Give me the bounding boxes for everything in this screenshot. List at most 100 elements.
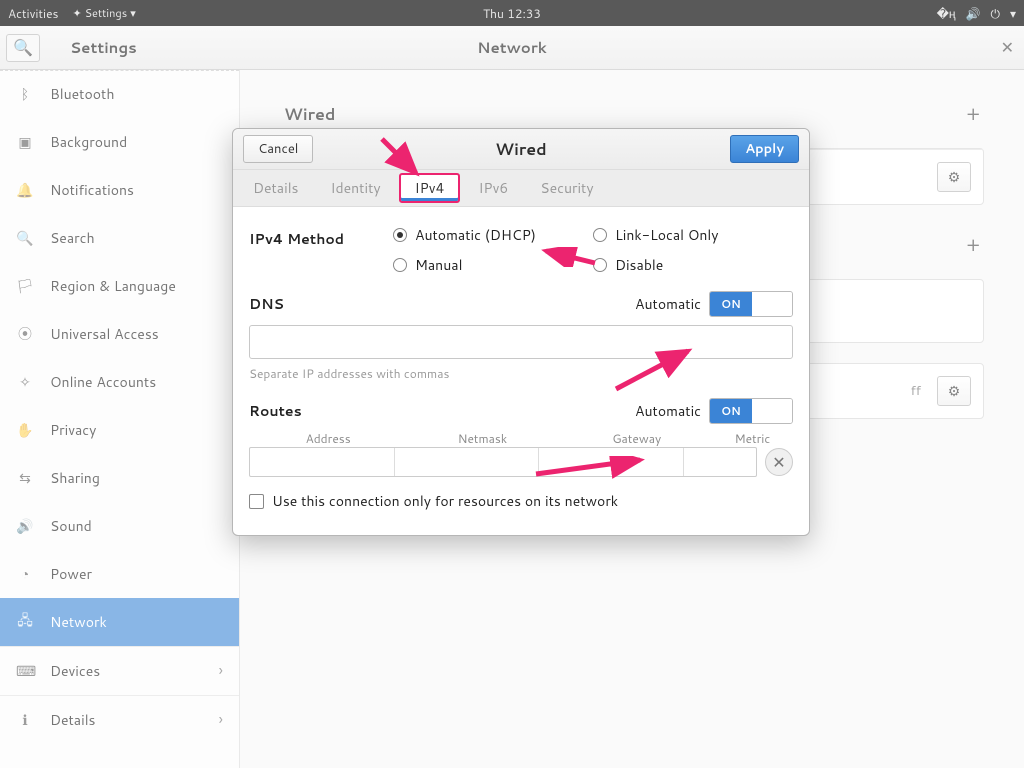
add-vpn-button[interactable]: + — [966, 231, 980, 259]
dns-automatic-label: Automatic — [635, 294, 701, 314]
headerbar-title-left: Settings — [70, 37, 137, 58]
network-indicator-icon[interactable]: �ң — [937, 5, 956, 22]
sidebar-item-details[interactable]: ℹ Details › — [0, 696, 239, 744]
sidebar-item-online-accounts[interactable]: ✧Online Accounts — [0, 358, 239, 406]
annotation-arrow-icon — [378, 135, 428, 185]
background-icon: ▣ — [16, 132, 34, 152]
route-netmask-input[interactable] — [395, 448, 540, 476]
col-gateway: Gateway — [560, 430, 714, 447]
sidebar-item-universal-access[interactable]: ⦿ Universal Access — [0, 310, 239, 358]
sidebar-item-label: Power — [50, 564, 92, 584]
radio-automatic-dhcp[interactable]: Automatic (DHCP) — [393, 225, 593, 245]
dns-automatic-switch[interactable]: ON — [709, 291, 793, 317]
network-icon: 🖧 — [16, 610, 34, 634]
sidebar-item-label: Notifications — [50, 180, 134, 200]
radio-label: Link-Local Only — [615, 225, 719, 245]
add-wired-button[interactable]: + — [966, 100, 980, 128]
bluetooth-icon: ᛒ — [16, 84, 34, 104]
accessibility-icon: ⦿ — [16, 324, 34, 344]
gnome-topbar: Activities ✦ Settings ▾ Thu 12:33 �ң 🔊 ⏻… — [0, 0, 1024, 26]
proxy-status: ff — [911, 382, 921, 400]
dialog-tabbar: Details Identity IPv4 IPv6 Security — [233, 169, 809, 207]
sidebar-item-label: Region & Language — [50, 276, 176, 296]
routes-automatic-label: Automatic — [635, 401, 701, 421]
radio-label: Disable — [615, 255, 663, 275]
dialog-title: Wired — [495, 138, 546, 161]
sidebar-item-devices[interactable]: ⌨Devices› — [0, 647, 239, 695]
search-icon: 🔍 — [13, 36, 33, 59]
sidebar-item-label: Universal Access — [50, 324, 159, 344]
clock[interactable]: Thu 12:33 — [483, 5, 541, 22]
tab-ipv6[interactable]: IPv6 — [462, 170, 524, 206]
privacy-icon: ✋ — [16, 420, 34, 440]
switch-on-label: ON — [710, 292, 752, 316]
routes-automatic-switch[interactable]: ON — [709, 398, 793, 424]
sidebar-item-label: Sharing — [50, 468, 100, 488]
radio-label: Manual — [415, 255, 462, 275]
routes-row[interactable] — [249, 447, 757, 477]
system-menu-chevron-icon[interactable]: ▾ — [1010, 5, 1016, 22]
wired-settings-button[interactable]: ⚙ — [937, 162, 971, 192]
ipv4-method-label: IPv4 Method — [249, 225, 393, 249]
annotation-arrow-icon — [610, 345, 700, 395]
col-metric: Metric — [714, 430, 791, 447]
route-address-input[interactable] — [250, 448, 395, 476]
annotation-arrow-icon — [530, 456, 650, 480]
volume-indicator-icon[interactable]: 🔊 — [966, 5, 981, 22]
sidebar-item-region[interactable]: 🏳 Region & Language — [0, 262, 239, 310]
sidebar-item-sharing[interactable]: ⇆ Sharing — [0, 454, 239, 502]
search-icon: 🔍 — [16, 228, 34, 248]
col-netmask: Netmask — [405, 430, 559, 447]
sidebar-item-network[interactable]: 🖧 Network — [0, 598, 239, 646]
accounts-icon: ✧ — [16, 372, 34, 392]
annotation-arrow-icon — [540, 247, 600, 267]
dns-heading: DNS — [249, 294, 284, 314]
power-indicator-icon[interactable]: ⏻ — [990, 5, 1000, 22]
sidebar-item-search[interactable]: 🔍 Search — [0, 214, 239, 262]
sidebar-item-label: Bluetooth — [50, 84, 114, 104]
proxy-settings-button[interactable]: ⚙ — [937, 376, 971, 406]
gear-icon: ⚙ — [948, 381, 961, 401]
settings-headerbar: 🔍 Settings Network ✕ — [0, 26, 1024, 70]
sidebar-item-notifications[interactable]: 🔔Notifications — [0, 166, 239, 214]
close-icon: ✕ — [772, 451, 785, 474]
sound-icon: 🔊 — [16, 516, 34, 536]
only-resources-checkbox[interactable] — [249, 494, 264, 509]
tab-details[interactable]: Details — [237, 170, 315, 206]
details-icon: ℹ — [16, 710, 34, 730]
dns-servers-input[interactable] — [249, 325, 793, 359]
headerbar-search-button[interactable]: 🔍 — [6, 34, 40, 62]
sidebar-item-label: Privacy — [50, 420, 96, 440]
route-metric-input[interactable] — [684, 448, 756, 476]
only-resources-label: Use this connection only for resources o… — [272, 491, 618, 511]
radio-disable[interactable]: Disable — [593, 255, 793, 275]
routes-heading: Routes — [249, 401, 302, 421]
sidebar-item-bluetooth[interactable]: ᛒ Bluetooth — [0, 70, 239, 118]
col-address: Address — [251, 430, 405, 447]
sidebar-item-label: Search — [50, 228, 95, 248]
sidebar-item-label: Details — [50, 710, 96, 730]
sidebar-item-label: Background — [50, 132, 127, 152]
share-icon: ⇆ — [16, 468, 34, 488]
sidebar-item-background[interactable]: ▣ Background — [0, 118, 239, 166]
delete-route-button[interactable]: ✕ — [765, 448, 793, 476]
activities-button[interactable]: Activities — [8, 5, 59, 22]
topbar-app-menu[interactable]: ✦ Settings ▾ — [73, 5, 136, 21]
radio-link-local[interactable]: Link-Local Only — [593, 225, 793, 245]
sidebar-item-sound[interactable]: 🔊Sound — [0, 502, 239, 550]
connection-editor-dialog: Cancel Wired Apply Details Identity IPv4… — [232, 128, 810, 536]
sidebar-item-power[interactable]: ◔ Power — [0, 550, 239, 598]
globe-icon: 🏳 — [16, 276, 34, 296]
switch-on-label: ON — [710, 399, 752, 423]
chevron-right-icon: › — [219, 708, 223, 731]
sidebar-item-label: Devices — [50, 661, 100, 681]
tab-security[interactable]: Security — [524, 170, 609, 206]
window-close-button[interactable]: ✕ — [1001, 36, 1014, 59]
apply-button[interactable]: Apply — [730, 135, 799, 163]
sidebar-item-privacy[interactable]: ✋ Privacy — [0, 406, 239, 454]
power-icon: ◔ — [16, 564, 34, 584]
radio-label: Automatic (DHCP) — [415, 225, 536, 245]
devices-icon: ⌨ — [16, 661, 34, 681]
sidebar-item-label: Network — [50, 612, 107, 632]
cancel-button[interactable]: Cancel — [243, 135, 313, 163]
